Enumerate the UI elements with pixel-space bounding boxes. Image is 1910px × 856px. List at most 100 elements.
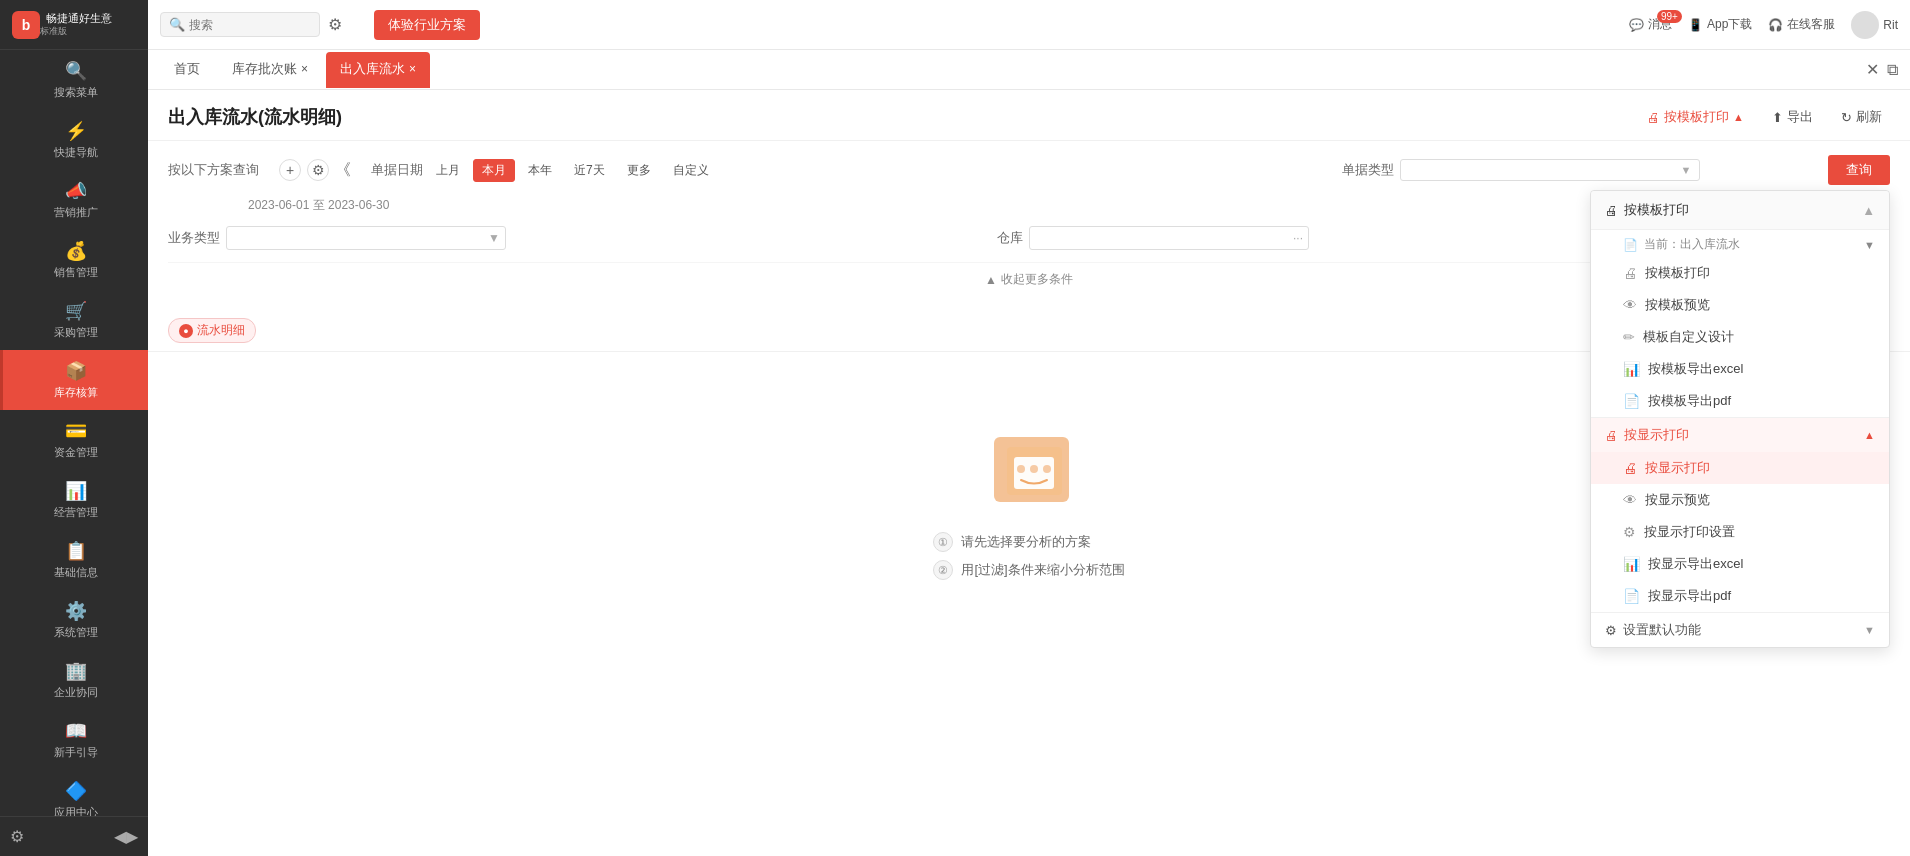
template-export-pdf-item[interactable]: 📄 按模板导出pdf <box>1591 385 1889 418</box>
expand-icon: ▲ <box>1862 203 1875 218</box>
tab-in-out-flow-close[interactable]: × <box>409 62 416 76</box>
quick-nav-icon: ⚡ <box>65 120 87 142</box>
current-template-icon: 📄 <box>1623 238 1638 252</box>
sidebar-item-operation[interactable]: 📊 经营管理 <box>0 470 148 530</box>
filter-add-btn[interactable]: + <box>279 159 301 181</box>
refresh-btn[interactable]: ↻ 刷新 <box>1833 104 1890 130</box>
business-type-filter: 业务类型 ▼ <box>168 226 563 250</box>
date-opt-more[interactable]: 更多 <box>618 159 660 182</box>
current-template-label: 📄 当前：出入库流水 ▼ <box>1591 230 1889 257</box>
template-custom-design-item[interactable]: ✏ 模板自定义设计 <box>1591 321 1889 353</box>
empty-step-1: ① 请先选择要分析的方案 <box>933 532 1124 552</box>
content-tabs: 首页 库存批次账 × 出入库流水 × ✕ ⧉ <box>148 50 1910 90</box>
export-btn[interactable]: ⬆ 导出 <box>1764 104 1821 130</box>
logo-text: 畅捷通好生意 标准版 <box>40 11 112 38</box>
tab-home[interactable]: 首页 <box>160 52 214 88</box>
app-download-label: App下载 <box>1707 16 1752 33</box>
chevron-down-icon: ▼ <box>1864 624 1875 636</box>
date-opt-this-month[interactable]: 本月 <box>473 159 515 182</box>
online-service-icon: 🎧 <box>1768 18 1783 32</box>
date-opt-last-month[interactable]: 上月 <box>427 159 469 182</box>
chevron-down-icon: ▼ <box>1680 164 1691 176</box>
search-input[interactable] <box>189 18 311 32</box>
sidebar: b 畅捷通好生意 标准版 🔍 搜索菜单 ⚡ 快捷导航 📣 营销推广 💰 销售管理… <box>0 0 148 856</box>
template-preview-item[interactable]: 👁 按模板预览 <box>1591 289 1889 321</box>
sidebar-nav: 🔍 搜索菜单 ⚡ 快捷导航 📣 营销推广 💰 销售管理 🛒 采购管理 📦 库存核… <box>0 50 148 816</box>
dropdown-title: 🖨 按模板打印 <box>1605 201 1689 219</box>
messages-btn[interactable]: 💬 消息 99+ <box>1629 16 1672 33</box>
warehouse-label: 仓库 <box>997 229 1023 247</box>
sidebar-item-newbie[interactable]: 📖 新手引导 <box>0 710 148 770</box>
date-opt-7days[interactable]: 近7天 <box>565 159 614 182</box>
sidebar-item-quick-nav[interactable]: ⚡ 快捷导航 <box>0 110 148 170</box>
sub-filter-chip[interactable]: ● 流水明细 <box>168 318 256 343</box>
filter-setting-btn[interactable]: ⚙ <box>307 159 329 181</box>
svg-point-4 <box>1030 465 1038 473</box>
topbar-right-actions: 💬 消息 99+ 📱 App下载 🎧 在线客服 Rit <box>1629 11 1898 39</box>
display-pdf-icon: 📄 <box>1623 588 1640 604</box>
tab-batch-account[interactable]: 库存批次账 × <box>218 52 322 88</box>
svg-point-5 <box>1043 465 1051 473</box>
sidebar-item-search[interactable]: 🔍 搜索菜单 <box>0 50 148 110</box>
chevron-up-icon: ▲ <box>1864 429 1875 441</box>
filter-collapse-btn[interactable]: 《 <box>335 160 351 181</box>
user-avatar-btn[interactable]: Rit <box>1851 11 1898 39</box>
sidebar-item-basic-info[interactable]: 📋 基础信息 <box>0 530 148 590</box>
print-dropdown: 🖨 按模板打印 ▲ 📄 当前：出入库流水 ▼ 🖨 按模板打印 👁 按模 <box>1590 190 1890 648</box>
topbar-gear-icon[interactable]: ⚙ <box>328 15 342 34</box>
restore-window-btn[interactable]: ⧉ <box>1887 60 1898 79</box>
enterprise-icon: 🏢 <box>65 660 87 682</box>
display-export-pdf-item[interactable]: 📄 按显示导出pdf <box>1591 580 1889 613</box>
tab-batch-account-close[interactable]: × <box>301 62 308 76</box>
template-export-excel-item[interactable]: 📊 按模板导出excel <box>1591 353 1889 385</box>
svg-point-3 <box>1017 465 1025 473</box>
warehouse-input[interactable] <box>1029 226 1309 250</box>
print-template-btn[interactable]: 🖨 按模板打印 ▲ <box>1639 104 1752 130</box>
main-area: 🔍 ⚙ 体验行业方案 💬 消息 99+ 📱 App下载 🎧 在线客服 Rit <box>148 0 1910 856</box>
empty-steps: ① 请先选择要分析的方案 ② 用[过滤]条件来缩小分析范围 <box>933 532 1124 580</box>
template-print-item[interactable]: 🖨 按模板打印 <box>1591 257 1889 289</box>
collapse-sidebar-icon[interactable]: ◀▶ <box>114 827 138 846</box>
search-icon: 🔍 <box>65 60 87 82</box>
app-download-btn[interactable]: 📱 App下载 <box>1688 16 1752 33</box>
template-excel-icon: 📊 <box>1623 361 1640 377</box>
date-opt-custom[interactable]: 自定义 <box>664 159 718 182</box>
business-type-input[interactable] <box>226 226 506 250</box>
app-logo: b 畅捷通好生意 标准版 <box>0 0 148 50</box>
search-icon: 🔍 <box>169 17 185 32</box>
query-btn[interactable]: 查询 <box>1828 155 1890 185</box>
settings-bottom-icon[interactable]: ⚙ <box>10 827 24 846</box>
chevron-down-icon: ▼ <box>1864 239 1875 251</box>
chip-icon: ● <box>179 324 193 338</box>
sidebar-item-app-center[interactable]: 🔷 应用中心 <box>0 770 148 816</box>
display-export-excel-item[interactable]: 📊 按显示导出excel <box>1591 548 1889 580</box>
chevron-down-small-icon: ▼ <box>488 231 500 245</box>
display-print-item[interactable]: 🖨 按显示打印 <box>1591 452 1889 484</box>
gear-icon: ⚙ <box>312 162 325 178</box>
sidebar-item-enterprise[interactable]: 🏢 企业协同 <box>0 650 148 710</box>
user-avatar <box>1851 11 1879 39</box>
sidebar-item-marketing[interactable]: 📣 营销推广 <box>0 170 148 230</box>
display-settings-icon: ⚙ <box>1623 524 1636 540</box>
topbar-search-box[interactable]: 🔍 <box>160 12 320 37</box>
bill-type-select[interactable]: ▼ <box>1400 159 1700 181</box>
set-default-section[interactable]: ⚙ 设置默认功能 ▼ <box>1591 613 1889 647</box>
sidebar-item-inventory[interactable]: 📦 库存核算 <box>0 350 148 410</box>
display-preview-item[interactable]: 👁 按显示预览 <box>1591 484 1889 516</box>
sidebar-item-finance[interactable]: 💳 资金管理 <box>0 410 148 470</box>
tab-in-out-flow[interactable]: 出入库流水 × <box>326 52 430 88</box>
display-print-settings-item[interactable]: ⚙ 按显示打印设置 <box>1591 516 1889 548</box>
sidebar-footer: ⚙ ◀▶ <box>0 816 148 856</box>
app-center-icon: 🔷 <box>65 780 87 802</box>
warehouse-input-wrap: ··· <box>1029 226 1309 250</box>
chevron-up-icon: ▲ <box>985 273 997 287</box>
trial-btn[interactable]: 体验行业方案 <box>374 10 480 40</box>
date-opt-this-year[interactable]: 本年 <box>519 159 561 182</box>
sidebar-item-sales[interactable]: 💰 销售管理 <box>0 230 148 290</box>
printer-header-icon: 🖨 <box>1605 203 1618 218</box>
sidebar-item-sys-mgmt[interactable]: ⚙️ 系统管理 <box>0 590 148 650</box>
close-window-btn[interactable]: ✕ <box>1866 60 1879 79</box>
display-print-section-header[interactable]: 🖨 按显示打印 ▲ <box>1591 418 1889 452</box>
sidebar-item-purchase[interactable]: 🛒 采购管理 <box>0 290 148 350</box>
online-service-btn[interactable]: 🎧 在线客服 <box>1768 16 1835 33</box>
